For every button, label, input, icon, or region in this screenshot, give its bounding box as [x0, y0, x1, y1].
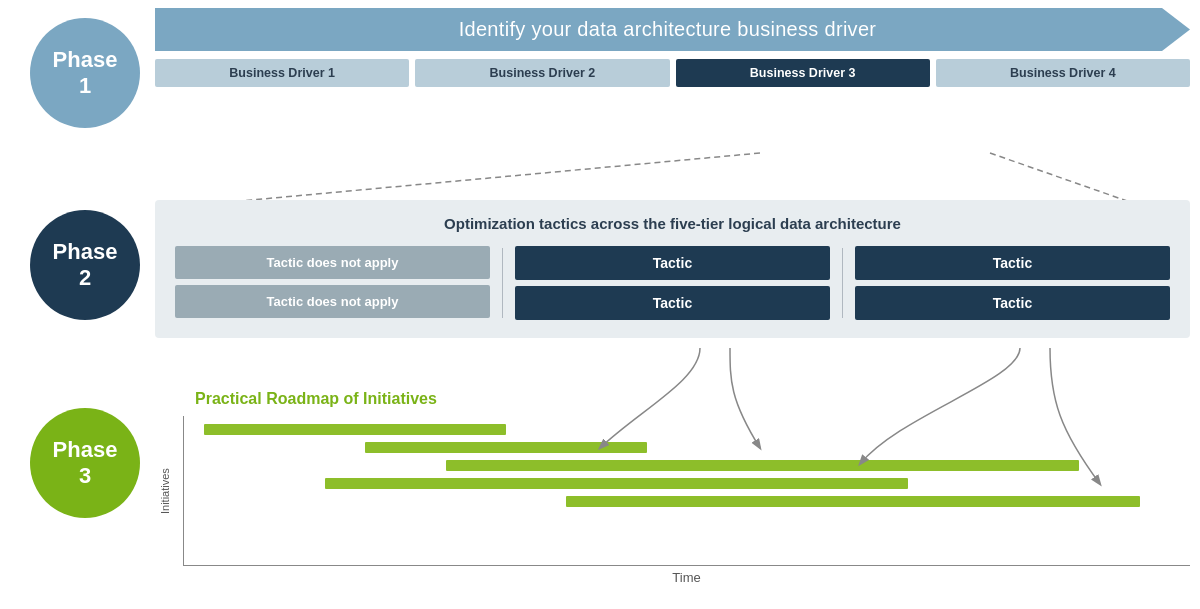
roadmap-title: Practical Roadmap of Initiatives [195, 390, 1190, 408]
tactic-col3-1: Tactic [855, 246, 1170, 280]
tactic-col3-2: Tactic [855, 286, 1170, 320]
phase-2-label-line1: Phase [53, 239, 118, 265]
phase-3-label-line2: 3 [79, 463, 91, 489]
gantt-bar-2 [365, 442, 647, 453]
tactic-does-not-apply-1: Tactic does not apply [175, 246, 490, 279]
arrow-banner: Identify your data architecture business… [155, 8, 1190, 51]
tactics-col-1: Tactic does not apply Tactic does not ap… [175, 246, 502, 318]
phase-3-label-line1: Phase [53, 437, 118, 463]
phase2-optimization-box: Optimization tactics across the five-tie… [155, 200, 1190, 338]
phase2-title: Optimization tactics across the five-tie… [175, 215, 1170, 232]
gantt-bar-3 [446, 460, 1080, 471]
phase1-area: Identify your data architecture business… [155, 8, 1190, 87]
tactic-does-not-apply-2: Tactic does not apply [175, 285, 490, 318]
business-driver-3[interactable]: Business Driver 3 [676, 59, 930, 87]
phase-2-circle: Phase 2 [30, 210, 140, 320]
business-driver-2[interactable]: Business Driver 2 [415, 59, 669, 87]
gantt-container: Initiatives [155, 416, 1190, 566]
banner-text: Identify your data architecture business… [459, 18, 877, 40]
gantt-bar-1 [204, 424, 506, 435]
phase-2-label-line2: 2 [79, 265, 91, 291]
gantt-chart [183, 416, 1190, 566]
phase-1-label-line1: Phase [53, 47, 118, 73]
tactics-col-3: Tactic Tactic [843, 246, 1170, 320]
svg-line-1 [990, 153, 1130, 202]
tactic-col2-2: Tactic [515, 286, 830, 320]
business-drivers-row: Business Driver 1 Business Driver 2 Busi… [155, 59, 1190, 87]
svg-line-0 [230, 153, 760, 202]
gantt-bar-4 [325, 478, 908, 489]
tactic-col2-1: Tactic [515, 246, 830, 280]
tactics-col-2: Tactic Tactic [503, 246, 842, 320]
y-axis-label: Initiatives [155, 416, 183, 566]
phase-1-label-line2: 1 [79, 73, 91, 99]
business-driver-4[interactable]: Business Driver 4 [936, 59, 1190, 87]
main-container: Phase 1 Phase 2 Phase 3 Identify your da… [0, 0, 1200, 609]
phase3-area: Practical Roadmap of Initiatives Initiat… [155, 390, 1190, 599]
business-driver-1[interactable]: Business Driver 1 [155, 59, 409, 87]
x-axis-label: Time [183, 570, 1190, 585]
phase-3-circle: Phase 3 [30, 408, 140, 518]
tactics-row: Tactic does not apply Tactic does not ap… [175, 246, 1170, 320]
gantt-bar-5 [566, 496, 1139, 507]
phase-1-circle: Phase 1 [30, 18, 140, 128]
